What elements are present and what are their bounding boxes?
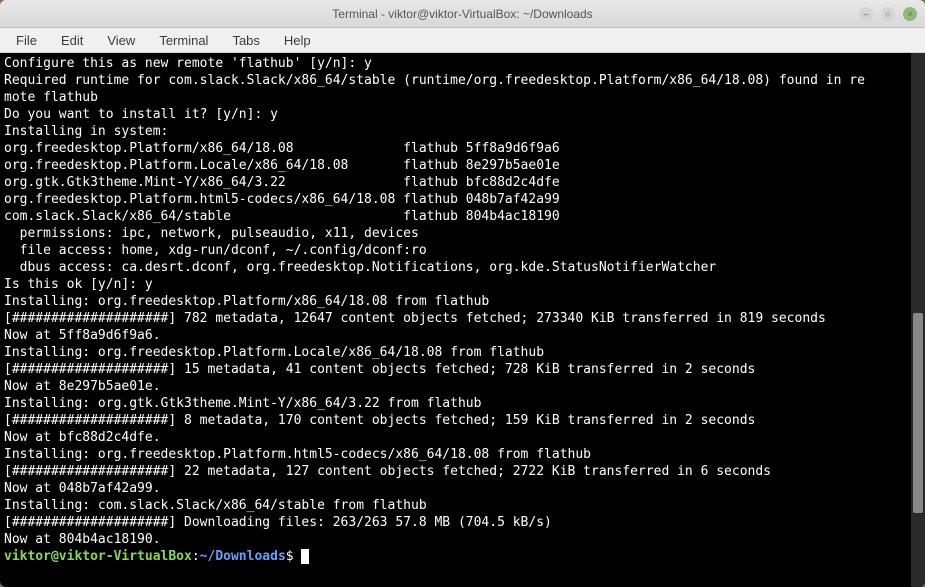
terminal-line: [####################] Downloading files…	[4, 514, 907, 531]
terminal-content[interactable]: Configure this as new remote 'flathub' […	[0, 53, 911, 587]
terminal-line: [####################] 782 metadata, 126…	[4, 310, 907, 327]
terminal-area: Configure this as new remote 'flathub' […	[0, 53, 925, 587]
terminal-line: Required runtime for com.slack.Slack/x86…	[4, 72, 907, 89]
terminal-line: Now at 048b7af42a99.	[4, 480, 907, 497]
terminal-line: org.freedesktop.Platform.Locale/x86_64/1…	[4, 157, 907, 174]
prompt-user: viktor@viktor-VirtualBox	[4, 549, 192, 564]
terminal-line: file access: home, xdg-run/dconf, ~/.con…	[4, 242, 907, 259]
minimize-button[interactable]: –	[859, 7, 873, 21]
terminal-line: Installing in system:	[4, 123, 907, 140]
terminal-line: Configure this as new remote 'flathub' […	[4, 55, 907, 72]
prompt-path: ~/Downloads	[200, 549, 286, 564]
terminal-line: Installing: org.gtk.Gtk3theme.Mint-Y/x86…	[4, 395, 907, 412]
terminal-line: org.gtk.Gtk3theme.Mint-Y/x86_64/3.22 fla…	[4, 174, 907, 191]
window-controls: – ○ ×	[859, 7, 917, 21]
menu-view[interactable]: View	[97, 31, 145, 50]
terminal-line: Now at 8e297b5ae01e.	[4, 378, 907, 395]
terminal-line: mote flathub	[4, 89, 907, 106]
terminal-line: Installing: org.freedesktop.Platform/x86…	[4, 293, 907, 310]
menu-tabs[interactable]: Tabs	[222, 31, 269, 50]
terminal-line: Is this ok [y/n]: y	[4, 276, 907, 293]
terminal-window: Terminal - viktor@viktor-VirtualBox: ~/D…	[0, 0, 925, 587]
terminal-line: [####################] 8 metadata, 170 c…	[4, 412, 907, 429]
terminal-line: org.freedesktop.Platform.html5-codecs/x8…	[4, 191, 907, 208]
terminal-line: [####################] 22 metadata, 127 …	[4, 463, 907, 480]
terminal-line: Installing: org.freedesktop.Platform.Loc…	[4, 344, 907, 361]
scrollbar-thumb[interactable]	[913, 313, 923, 513]
terminal-line: Installing: org.freedesktop.Platform.htm…	[4, 446, 907, 463]
terminal-line: [####################] 15 metadata, 41 c…	[4, 361, 907, 378]
menu-terminal[interactable]: Terminal	[149, 31, 218, 50]
menu-file[interactable]: File	[6, 31, 47, 50]
terminal-line: org.freedesktop.Platform/x86_64/18.08 fl…	[4, 140, 907, 157]
terminal-line: com.slack.Slack/x86_64/stable flathub 80…	[4, 208, 907, 225]
terminal-line: Now at 5ff8a9d6f9a6.	[4, 327, 907, 344]
terminal-line: dbus access: ca.desrt.dconf, org.freedes…	[4, 259, 907, 276]
terminal-line: Do you want to install it? [y/n]: y	[4, 106, 907, 123]
titlebar[interactable]: Terminal - viktor@viktor-VirtualBox: ~/D…	[0, 0, 925, 28]
maximize-button[interactable]: ○	[881, 7, 895, 21]
prompt-sep: :	[192, 549, 200, 564]
terminal-line: Installing: com.slack.Slack/x86_64/stabl…	[4, 497, 907, 514]
terminal-line: permissions: ipc, network, pulseaudio, x…	[4, 225, 907, 242]
close-button[interactable]: ×	[903, 7, 917, 21]
terminal-line: Now at bfc88d2c4dfe.	[4, 429, 907, 446]
menubar: File Edit View Terminal Tabs Help	[0, 28, 925, 53]
terminal-line: Now at 804b4ac18190.	[4, 531, 907, 548]
menu-edit[interactable]: Edit	[51, 31, 93, 50]
scrollbar[interactable]	[911, 53, 925, 587]
prompt-line: viktor@viktor-VirtualBox:~/Downloads$	[4, 548, 907, 565]
menu-help[interactable]: Help	[274, 31, 321, 50]
prompt-dollar: $	[286, 549, 294, 564]
window-title: Terminal - viktor@viktor-VirtualBox: ~/D…	[8, 7, 917, 21]
cursor-icon	[301, 549, 309, 564]
